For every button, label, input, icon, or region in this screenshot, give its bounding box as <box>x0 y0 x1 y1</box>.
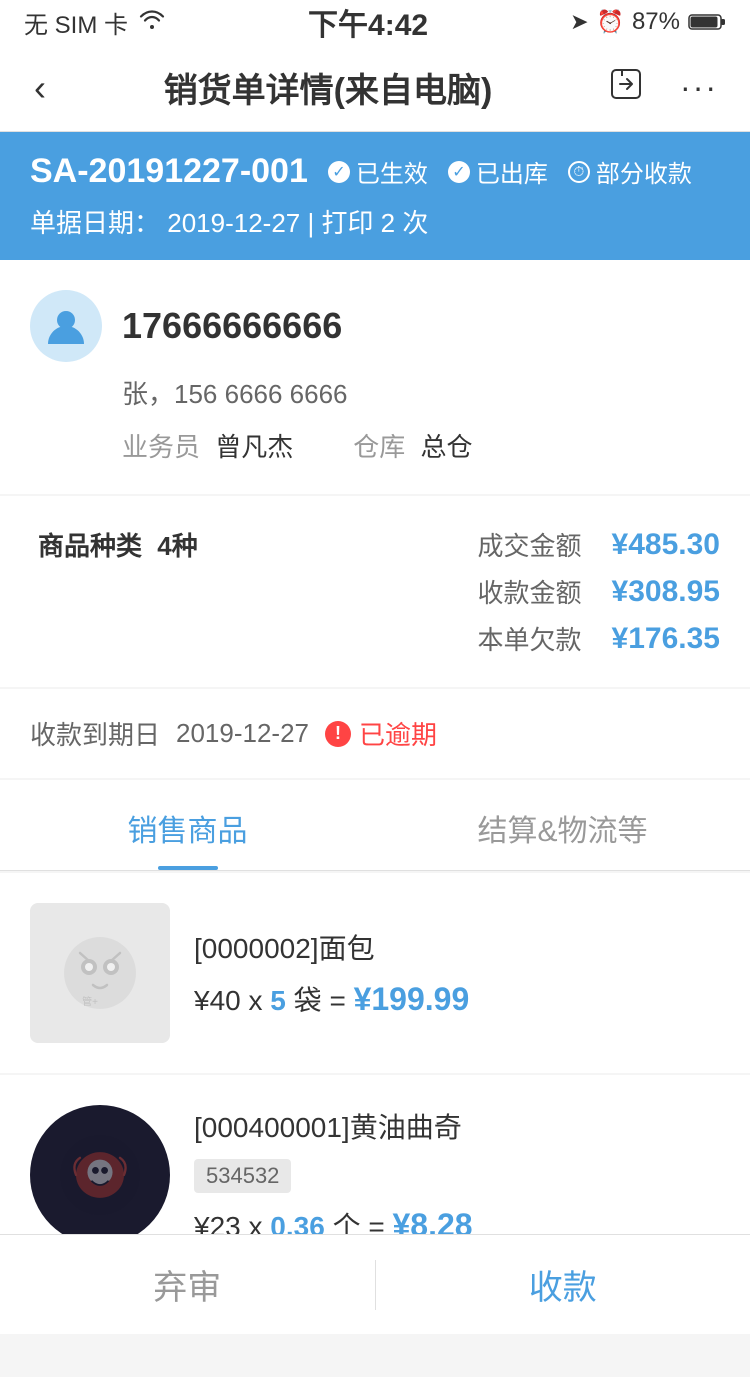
customer-meta: 业务员 曾凡杰 仓库 总仓 <box>30 427 720 464</box>
warehouse-value: 总仓 <box>421 432 473 462</box>
debt-row: 本单欠款 ¥176.35 <box>478 620 720 657</box>
nav-actions: ··· <box>600 58 726 118</box>
status-bar-time: 下午4:42 <box>308 0 428 44</box>
debt-label: 本单欠款 <box>478 620 582 657</box>
order-id: SA-20191227-001 <box>30 152 308 191</box>
amount-row: 成交金额 ¥485.30 <box>478 526 720 563</box>
status-bar-right: ➤ ⏰ 87% <box>570 8 726 36</box>
sales-label: 业务员 <box>122 432 200 462</box>
received-value: ¥308.95 <box>612 575 720 609</box>
badge-shipped: ✓ 已出库 <box>448 154 548 189</box>
stats-section: 商品种类 4种 成交金额 ¥485.30 收款金额 ¥308.95 本单欠款 ¥… <box>0 496 750 687</box>
product-name-1: [0000002]面包 <box>194 927 720 967</box>
stats-left: 商品种类 4种 <box>30 526 198 563</box>
customer-id: 17666666666 <box>122 305 342 347</box>
bottom-bar: 弃审 收款 <box>0 1234 750 1334</box>
alarm-icon: ⏰ <box>597 9 624 35</box>
product-image-1: 管+ <box>30 903 170 1043</box>
customer-row: 17666666666 <box>30 290 720 362</box>
product-info-2: [000400001]黄油曲奇 534532 ¥23 x 0.36 个 = ¥8… <box>194 1106 720 1245</box>
check-icon-1: ✓ <box>328 161 350 183</box>
products-section: 管+ [0000002]面包 ¥40 x 5 袋 = ¥199.99 <box>0 873 750 1275</box>
header-banner: SA-20191227-001 ✓ 已生效 ✓ 已出库 ⏱ 部分收款 单据日期：… <box>0 132 750 260</box>
customer-section: 17666666666 张，156 6666 6666 业务员 曾凡杰 仓库 总… <box>0 260 750 494</box>
back-button[interactable]: ‹ <box>24 57 56 119</box>
wifi-icon <box>138 8 166 36</box>
due-date: 2019-12-27 <box>176 718 309 749</box>
status-bar-left: 无 SIM 卡 <box>24 5 166 40</box>
status-bar: 无 SIM 卡 下午4:42 ➤ ⏰ 87% <box>0 0 750 44</box>
product-price-1: ¥40 x 5 袋 = ¥199.99 <box>194 979 720 1019</box>
share-button[interactable] <box>600 58 652 118</box>
tabs-section: 销售商品 结算&物流等 <box>0 780 750 871</box>
received-row: 收款金额 ¥308.95 <box>478 573 720 610</box>
header-banner-row2: 单据日期： 2019-12-27 | 打印 2 次 <box>30 203 720 240</box>
sales-info: 业务员 曾凡杰 <box>122 427 293 464</box>
product-tag-2: 534532 <box>194 1159 291 1193</box>
clock-icon: ⏱ <box>568 161 590 183</box>
product-name-2: [000400001]黄油曲奇 <box>194 1106 720 1146</box>
due-label: 收款到期日 <box>30 715 160 752</box>
more-button[interactable]: ··· <box>672 61 726 114</box>
stats-right: 成交金额 ¥485.30 收款金额 ¥308.95 本单欠款 ¥176.35 <box>478 526 720 657</box>
print-count: | 打印 2 次 <box>307 208 428 238</box>
customer-avatar <box>30 290 102 362</box>
discard-review-button[interactable]: 弃审 <box>0 1240 375 1329</box>
debt-value: ¥176.35 <box>612 622 720 656</box>
location-icon: ➤ <box>570 9 588 35</box>
collect-payment-button[interactable]: 收款 <box>376 1240 750 1329</box>
product-image-2 <box>30 1105 170 1245</box>
product-info-1: [0000002]面包 ¥40 x 5 袋 = ¥199.99 <box>194 927 720 1019</box>
tab-sales-products[interactable]: 销售商品 <box>0 780 375 870</box>
warehouse-info: 仓库 总仓 <box>353 427 472 464</box>
check-icon-2: ✓ <box>448 161 470 183</box>
page-title: 销货单详情(来自电脑) <box>164 63 493 112</box>
sales-person: 曾凡杰 <box>215 432 293 462</box>
header-banner-row1: SA-20191227-001 ✓ 已生效 ✓ 已出库 ⏱ 部分收款 <box>30 152 720 191</box>
carrier-text: 无 SIM 卡 <box>24 5 128 40</box>
received-label: 收款金额 <box>478 573 582 610</box>
overdue-dot-icon: ! <box>325 721 351 747</box>
category-count: 4种 <box>157 531 197 561</box>
nav-bar: ‹ 销货单详情(来自电脑) ··· <box>0 44 750 132</box>
tabs-row: 销售商品 结算&物流等 <box>0 780 750 870</box>
svg-text:管+: 管+ <box>82 995 98 1008</box>
badge-partial-payment: ⏱ 部分收款 <box>568 154 692 189</box>
due-section: 收款到期日 2019-12-27 ! 已逾期 <box>0 689 750 778</box>
product-card-1: 管+ [0000002]面包 ¥40 x 5 袋 = ¥199.99 <box>0 873 750 1073</box>
battery-text: 87% <box>632 8 680 36</box>
warehouse-label: 仓库 <box>353 432 405 462</box>
overdue-text: 已逾期 <box>359 715 437 752</box>
battery-icon <box>688 12 726 32</box>
category-label: 商品种类 <box>38 531 142 561</box>
tab-settlement-logistics[interactable]: 结算&物流等 <box>375 780 750 870</box>
customer-sub-info: 张，156 6666 6666 <box>30 374 720 411</box>
amount-value: ¥485.30 <box>612 528 720 562</box>
overdue-badge: ! 已逾期 <box>325 715 437 752</box>
badge-effective: ✓ 已生效 <box>328 154 428 189</box>
date-label: 单据日期： <box>30 208 160 238</box>
order-date: 2019-12-27 <box>167 208 300 238</box>
amount-label: 成交金额 <box>478 526 582 563</box>
